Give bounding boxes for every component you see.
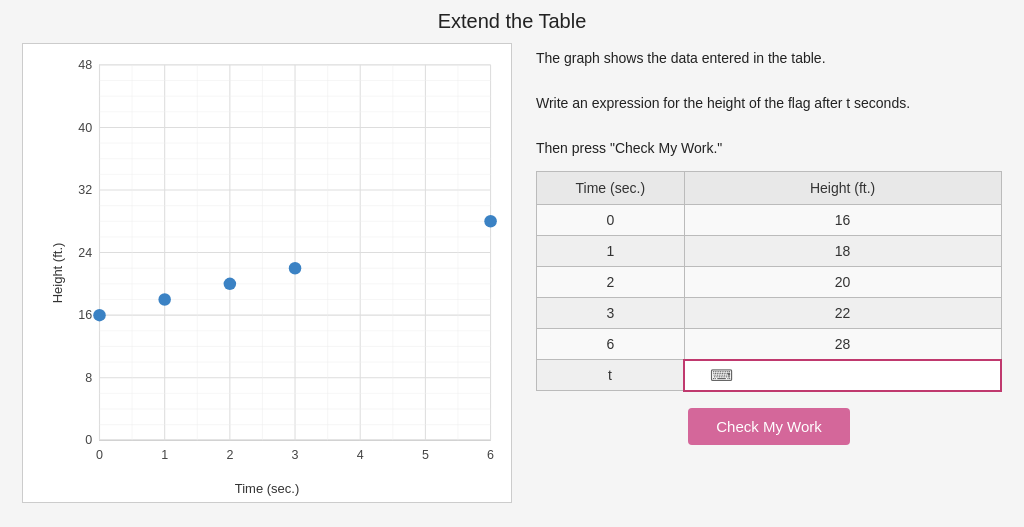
height-cell: 28 (684, 328, 1001, 360)
svg-text:3: 3 (292, 448, 299, 462)
check-my-work-button[interactable]: Check My Work (688, 408, 850, 445)
svg-text:1: 1 (161, 448, 168, 462)
height-cell: 16 (684, 204, 1001, 235)
x-axis-label: Time (sec.) (235, 481, 300, 496)
time-cell: t (537, 360, 685, 391)
table-row: t⌨ (537, 360, 1002, 391)
height-cell[interactable]: ⌨ (684, 360, 1001, 391)
svg-text:48: 48 (78, 58, 92, 72)
table-row: 628 (537, 328, 1002, 360)
instruction-line3: Then press "Check My Work." (536, 137, 1002, 159)
table-row: 322 (537, 297, 1002, 328)
col2-header: Height (ft.) (684, 171, 1001, 204)
time-cell: 6 (537, 328, 685, 360)
data-point-2 (224, 278, 237, 291)
y-axis-label: Height (ft.) (50, 243, 65, 304)
data-point-1 (158, 293, 171, 306)
expression-input[interactable] (737, 368, 976, 384)
instruction-line1: The graph shows the data entered in the … (536, 47, 1002, 69)
right-panel: The graph shows the data entered in the … (536, 43, 1002, 445)
instruction-line2: Write an expression for the height of th… (536, 92, 1002, 114)
svg-text:32: 32 (78, 183, 92, 197)
svg-text:8: 8 (85, 371, 92, 385)
svg-text:40: 40 (78, 121, 92, 135)
table-row: 016 (537, 204, 1002, 235)
height-cell: 22 (684, 297, 1001, 328)
btn-row: Check My Work (536, 404, 1002, 445)
svg-text:2: 2 (226, 448, 233, 462)
time-cell: 0 (537, 204, 685, 235)
time-cell: 1 (537, 235, 685, 266)
time-cell: 2 (537, 266, 685, 297)
svg-text:24: 24 (78, 246, 92, 260)
graph-svg: 48 40 32 24 16 8 0 0 1 2 3 4 5 6 (63, 54, 501, 472)
height-cell: 18 (684, 235, 1001, 266)
data-point-4 (484, 215, 497, 228)
time-cell: 3 (537, 297, 685, 328)
col1-header: Time (sec.) (537, 171, 685, 204)
instructions: The graph shows the data entered in the … (536, 47, 1002, 159)
svg-text:0: 0 (96, 448, 103, 462)
height-cell: 20 (684, 266, 1001, 297)
table-row: 118 (537, 235, 1002, 266)
svg-text:5: 5 (422, 448, 429, 462)
data-table: Time (sec.) Height (ft.) 016118220322628… (536, 171, 1002, 392)
keyboard-icon: ⌨ (710, 367, 733, 384)
data-point-0 (93, 309, 106, 322)
page-title: Extend the Table (438, 10, 587, 33)
data-point-3 (289, 262, 302, 275)
svg-text:0: 0 (85, 433, 92, 447)
graph-container: Height (ft.) (22, 43, 512, 503)
svg-text:6: 6 (487, 448, 494, 462)
svg-text:16: 16 (78, 308, 92, 322)
table-row: 220 (537, 266, 1002, 297)
svg-text:4: 4 (357, 448, 364, 462)
